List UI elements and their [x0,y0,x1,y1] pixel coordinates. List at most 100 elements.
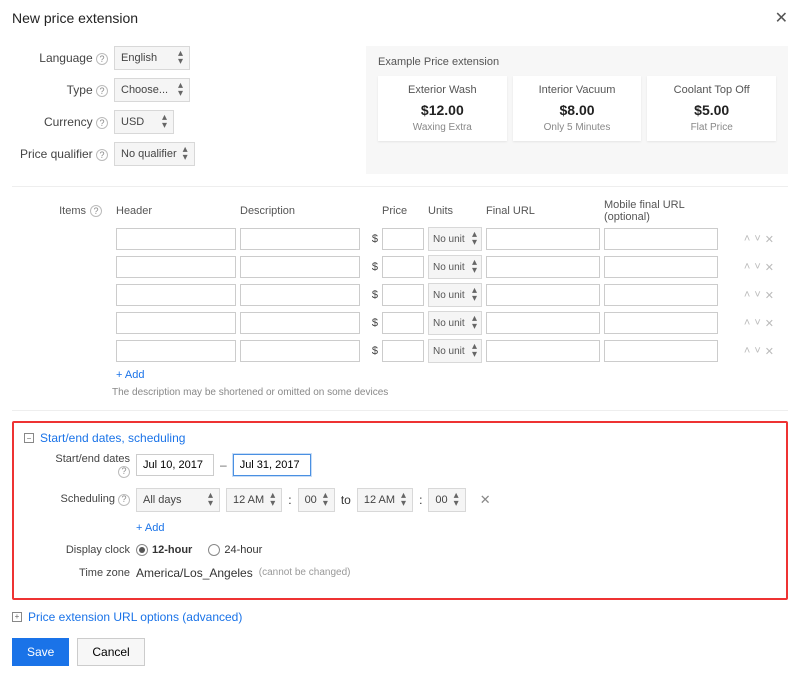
item-description-input[interactable] [240,340,360,362]
item-units-select[interactable]: No unit▴▾ [428,311,482,335]
save-button[interactable]: Save [12,638,69,666]
chevron-updown-icon: ▴▾ [472,231,477,247]
remove-row-icon[interactable]: ✕ [765,289,774,302]
cancel-button[interactable]: Cancel [77,638,144,666]
clock-12-radio[interactable]: 12-hour [136,544,192,556]
example-card: Interior Vacuum $8.00 Only 5 Minutes [513,76,642,141]
help-icon[interactable]: ? [118,494,130,506]
settings-form: Language ? English ▴▾ Type ? Choose... ▴… [12,46,342,174]
item-description-input[interactable] [240,228,360,250]
move-down-icon[interactable]: ˅ [754,233,760,245]
item-header-input[interactable] [116,228,236,250]
move-up-icon[interactable]: ˄ [744,345,750,357]
help-icon[interactable]: ? [96,53,108,65]
dialog-title: New price extension [12,10,138,26]
move-up-icon[interactable]: ˄ [744,233,750,245]
clock-24-radio[interactable]: 24-hour [208,544,262,556]
item-header-input[interactable] [116,256,236,278]
currency-select[interactable]: USD ▴▾ [114,110,174,134]
help-icon[interactable]: ? [96,149,108,161]
item-final-url-input[interactable] [486,284,600,306]
type-label: Type [67,83,93,97]
item-header-input[interactable] [116,312,236,334]
item-units-select[interactable]: No unit▴▾ [428,227,482,251]
move-up-icon[interactable]: ˄ [744,317,750,329]
item-header-input[interactable] [116,284,236,306]
item-units-select[interactable]: No unit▴▾ [428,255,482,279]
item-final-url-input[interactable] [486,312,600,334]
item-mobile-url-input[interactable] [604,284,718,306]
item-price-input[interactable] [382,228,424,250]
remove-row-icon[interactable]: ✕ [765,233,774,246]
example-preview: Example Price extension Exterior Wash $1… [366,46,788,174]
item-price-input[interactable] [382,340,424,362]
item-description-input[interactable] [240,284,360,306]
url-options-accordion[interactable]: Price extension URL options (advanced) [28,610,242,624]
example-title: Example Price extension [378,56,776,68]
start-date-input[interactable] [136,454,214,476]
start-min-select[interactable]: 00▴▾ [298,488,335,512]
col-header: Header [116,205,236,221]
close-icon[interactable]: ✕ [775,8,788,28]
clock-label: Display clock [44,544,130,556]
end-date-input[interactable] [233,454,311,476]
item-price-input[interactable] [382,284,424,306]
col-units: Units [428,205,482,221]
collapse-icon[interactable]: − [24,433,34,443]
item-units-select[interactable]: No unit▴▾ [428,339,482,363]
expand-icon[interactable]: + [12,612,22,622]
item-final-url-input[interactable] [486,228,600,250]
currency-label: Currency [44,115,93,129]
col-price: Price [382,205,424,221]
chevron-updown-icon: ▴▾ [178,50,183,66]
item-mobile-url-input[interactable] [604,312,718,334]
move-up-icon[interactable]: ˄ [744,289,750,301]
move-down-icon[interactable]: ˅ [754,261,760,273]
item-price-input[interactable] [382,256,424,278]
move-down-icon[interactable]: ˅ [754,345,760,357]
item-mobile-url-input[interactable] [604,256,718,278]
chevron-updown-icon: ▴▾ [183,146,188,162]
scheduling-label: Scheduling [61,493,115,505]
days-select[interactable]: All days▴▾ [136,488,220,512]
add-schedule-link[interactable]: + Add [136,522,164,534]
move-up-icon[interactable]: ˄ [744,261,750,273]
remove-row-icon[interactable]: ✕ [765,261,774,274]
items-note: The description may be shortened or omit… [112,387,788,398]
language-select[interactable]: English ▴▾ [114,46,190,70]
add-item-link[interactable]: + Add [116,369,144,381]
start-hour-select[interactable]: 12 AM▴▾ [226,488,282,512]
price-extension-dialog: New price extension ✕ Language ? English… [0,0,800,682]
scheduling-accordion[interactable]: Start/end dates, scheduling [40,431,185,445]
language-label: Language [39,51,92,65]
item-header-input[interactable] [116,340,236,362]
remove-row-icon[interactable]: ✕ [765,345,774,358]
move-down-icon[interactable]: ˅ [754,317,760,329]
col-mobile-url: Mobile final URL (optional) [604,199,718,227]
item-description-input[interactable] [240,256,360,278]
end-hour-select[interactable]: 12 AM▴▾ [357,488,413,512]
item-final-url-input[interactable] [486,256,600,278]
end-min-select[interactable]: 00▴▾ [428,488,465,512]
startend-label: Start/end dates [55,453,130,465]
type-select[interactable]: Choose... ▴▾ [114,78,190,102]
qualifier-select[interactable]: No qualifier ▴▾ [114,142,195,166]
item-mobile-url-input[interactable] [604,228,718,250]
help-icon[interactable]: ? [118,466,130,478]
remove-schedule-icon[interactable]: ✕ [480,492,491,508]
help-icon[interactable]: ? [96,117,108,129]
item-mobile-url-input[interactable] [604,340,718,362]
help-icon[interactable]: ? [90,205,102,217]
chevron-updown-icon: ▴▾ [178,82,183,98]
help-icon[interactable]: ? [96,85,108,97]
item-units-select[interactable]: No unit▴▾ [428,283,482,307]
to-label: to [341,493,351,507]
chevron-updown-icon: ▴▾ [162,114,167,130]
item-price-input[interactable] [382,312,424,334]
remove-row-icon[interactable]: ✕ [765,317,774,330]
item-final-url-input[interactable] [486,340,600,362]
qualifier-label: Price qualifier [20,147,93,161]
move-down-icon[interactable]: ˅ [754,289,760,301]
col-description: Description [240,205,360,221]
item-description-input[interactable] [240,312,360,334]
